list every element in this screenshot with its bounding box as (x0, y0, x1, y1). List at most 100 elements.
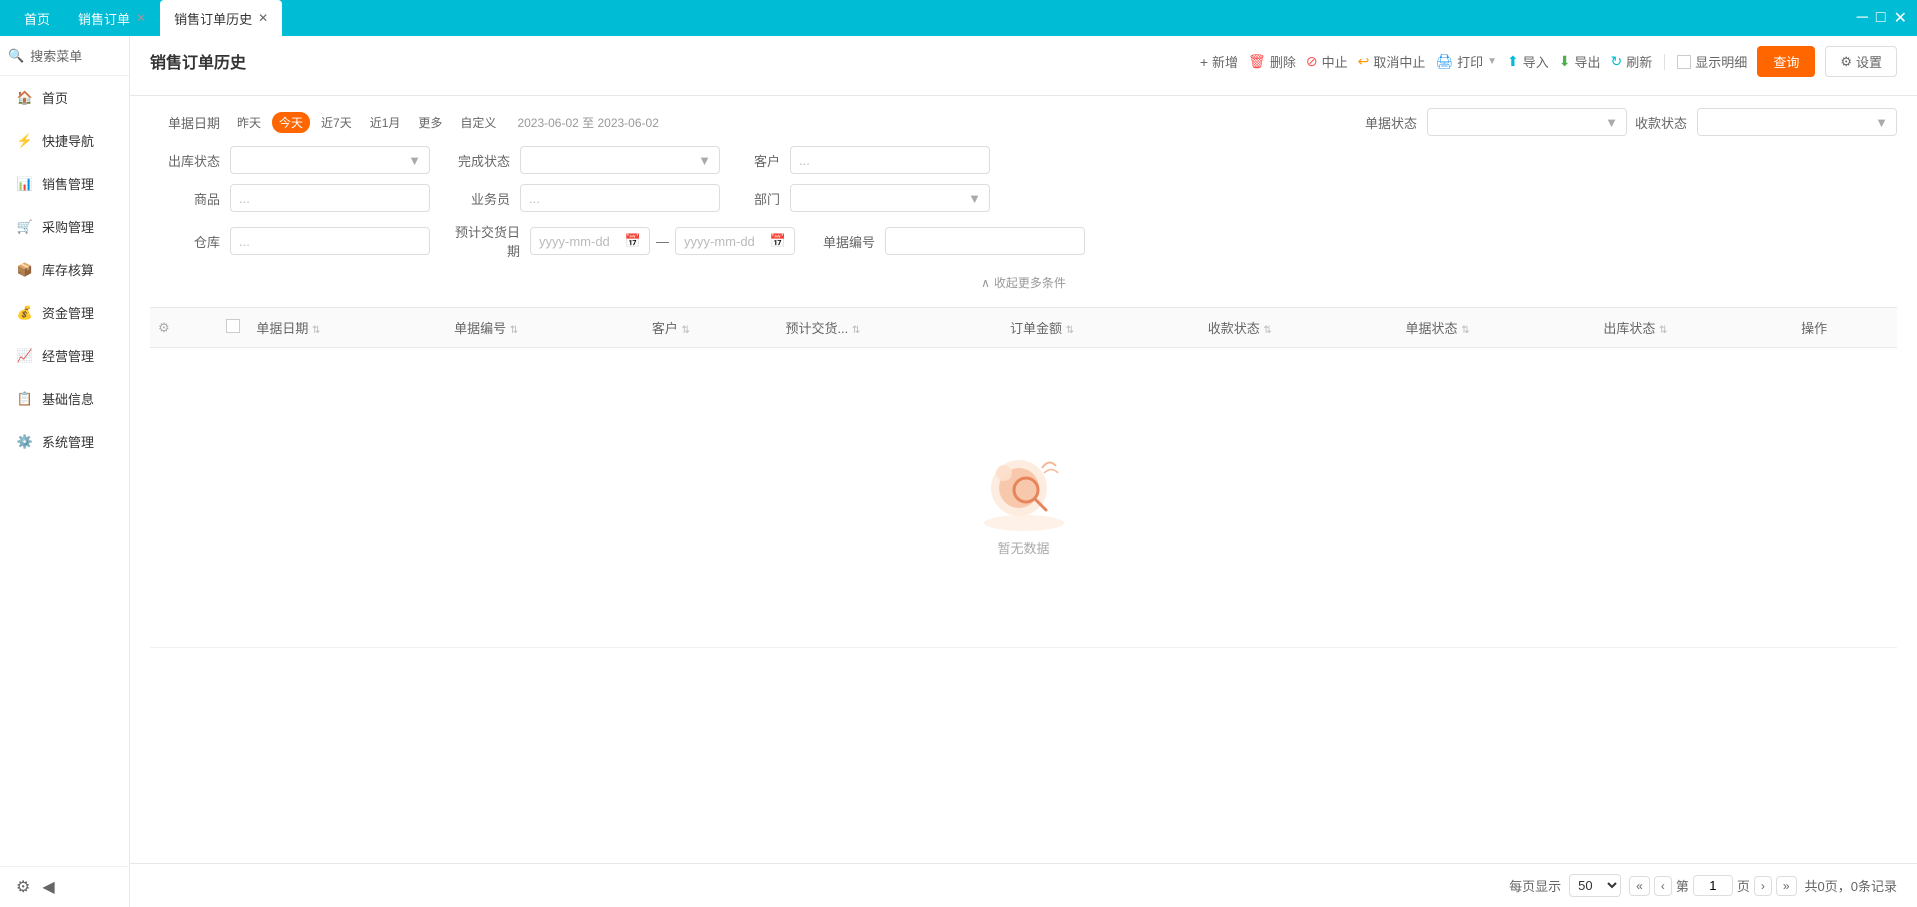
stop-btn[interactable]: ⊘ 中止 (1306, 52, 1348, 71)
refresh-label: 刷新 (1626, 52, 1652, 71)
sales-icon: 📊 (16, 175, 34, 193)
date-custom[interactable]: 自定义 (453, 112, 503, 133)
table-footer: 每页显示 20 50 100 200 « ‹ 第 页 › » 共0页，0条记录 (130, 863, 1917, 907)
import-btn[interactable]: ⬆ 导入 (1507, 52, 1549, 71)
export-btn[interactable]: ⬇ 导出 (1559, 52, 1601, 71)
tab-sales-order[interactable]: 销售订单 ✕ (64, 0, 160, 36)
order-no-label: 单据编号 (815, 232, 885, 251)
new-btn[interactable]: + 新增 (1200, 52, 1238, 71)
date-separator: — (650, 234, 675, 249)
content-area: 销售订单历史 + 新增 🗑 删除 ⊘ 中止 ↩ (130, 36, 1917, 907)
receipt-status-select[interactable]: ▼ (1697, 108, 1897, 136)
show-detail[interactable]: 显示明细 (1677, 52, 1747, 71)
new-label: 新增 (1212, 52, 1238, 71)
query-btn[interactable]: 查询 (1757, 46, 1815, 77)
sidebar-item-basic-info[interactable]: 📋 基础信息 (0, 377, 129, 420)
show-detail-checkbox[interactable] (1677, 55, 1691, 69)
date-7days[interactable]: 近7天 (314, 112, 359, 133)
col-amount-label: 订单金额 (1010, 321, 1062, 336)
table-settings-icon[interactable]: ⚙ (158, 320, 170, 335)
minimize-btn[interactable]: ─ (1857, 9, 1868, 27)
sidebar-item-system[interactable]: ⚙️ 系统管理 (0, 420, 129, 463)
tab-home[interactable]: 首页 (10, 0, 64, 36)
sidebar-item-system-label: 系统管理 (42, 432, 94, 451)
col-checkbox (218, 308, 248, 348)
col-date-sort[interactable]: ⇅ (312, 325, 320, 336)
settings-label: 设置 (1856, 52, 1882, 71)
col-bill-sort[interactable]: ⇅ (1461, 325, 1469, 336)
col-no-sort[interactable]: ⇅ (510, 325, 518, 336)
prev-page-btn[interactable]: ‹ (1654, 876, 1672, 896)
warehouse-input[interactable]: ... (230, 227, 430, 255)
sidebar-collapse-btn[interactable]: ◀ (42, 877, 54, 897)
first-page-btn[interactable]: « (1629, 876, 1650, 896)
delivery-start-input[interactable]: yyyy-mm-dd 📅 (530, 227, 650, 255)
out-status-select[interactable]: ▼ (230, 146, 430, 174)
cancel-stop-icon: ↩ (1358, 53, 1370, 70)
page-unit-label: 页 (1737, 876, 1750, 895)
col-customer-sort[interactable]: ⇅ (682, 325, 690, 336)
collapse-btn[interactable]: ∧ 收起更多条件 (150, 270, 1897, 295)
select-all-checkbox[interactable] (226, 319, 240, 333)
page-size-select[interactable]: 20 50 100 200 (1569, 874, 1621, 897)
home-icon: 🏠 (16, 89, 34, 107)
tab-sales-order-close[interactable]: ✕ (136, 11, 146, 25)
refresh-icon: ↻ (1611, 53, 1623, 70)
close-btn[interactable]: ✕ (1894, 8, 1907, 28)
col-settings: ⚙ (150, 308, 218, 348)
col-out-sort[interactable]: ⇅ (1659, 325, 1667, 336)
print-icon: 🖨 (1435, 53, 1453, 70)
toolbar: + 新增 🗑 删除 ⊘ 中止 ↩ 取消中止 (1200, 46, 1897, 87)
sidebar-settings-btn[interactable]: ⚙ (16, 877, 30, 897)
date-today[interactable]: 今天 (272, 112, 310, 133)
tab-sales-order-history[interactable]: 销售订单历史 ✕ (160, 0, 282, 36)
export-label: 导出 (1575, 52, 1601, 71)
page-num-input[interactable] (1693, 875, 1733, 896)
last-page-btn[interactable]: » (1776, 876, 1797, 896)
print-arrow: ▼ (1487, 56, 1497, 67)
col-receipt-sort[interactable]: ⇅ (1263, 325, 1271, 336)
sidebar-item-inventory[interactable]: 📦 库存核算 (0, 248, 129, 291)
maximize-btn[interactable]: □ (1876, 9, 1886, 27)
dept-arrow: ▼ (968, 191, 981, 206)
top-bar: 首页 销售订单 ✕ 销售订单历史 ✕ ─ □ ✕ (0, 0, 1917, 36)
sidebar-item-operation[interactable]: 📈 经营管理 (0, 334, 129, 377)
system-icon: ⚙️ (16, 433, 34, 451)
delete-btn[interactable]: 🗑 删除 (1248, 52, 1296, 71)
order-no-input[interactable] (885, 227, 1085, 255)
filter-row-4: 仓库 ... 预计交货日期 yyyy-mm-dd 📅 — yyyy-mm-dd … (150, 222, 1897, 260)
cancel-stop-btn[interactable]: ↩ 取消中止 (1358, 52, 1426, 71)
col-amount-sort[interactable]: ⇅ (1066, 325, 1074, 336)
filter-row-1: 单据日期 昨天 今天 近7天 近1月 更多 自定义 2023-06-02 至 2… (150, 108, 1897, 136)
col-delivery-sort[interactable]: ⇅ (852, 325, 860, 336)
tab-sales-order-history-close[interactable]: ✕ (258, 11, 268, 25)
next-page-btn[interactable]: › (1754, 876, 1772, 896)
status-select[interactable]: ▼ (1427, 108, 1627, 136)
customer-input[interactable]: ... (790, 146, 990, 174)
sidebar-item-home[interactable]: 🏠 首页 (0, 76, 129, 119)
sidebar-item-capital[interactable]: 💰 资金管理 (0, 291, 129, 334)
collapse-label: 收起更多条件 (994, 274, 1066, 291)
empty-text: 暂无数据 (997, 538, 1049, 557)
product-input[interactable]: ... (230, 184, 430, 212)
complete-status-select[interactable]: ▼ (520, 146, 720, 174)
col-delivery: 预计交货... ⇅ (777, 308, 1002, 348)
sidebar-search[interactable]: 🔍 搜索菜单 (0, 36, 129, 76)
toolbar-divider (1664, 54, 1665, 70)
refresh-btn[interactable]: ↻ 刷新 (1611, 52, 1653, 71)
sidebar-item-purchase[interactable]: 🛒 采购管理 (0, 205, 129, 248)
date-1month[interactable]: 近1月 (363, 112, 408, 133)
sidebar-item-quick-nav[interactable]: ⚡ 快捷导航 (0, 119, 129, 162)
print-btn[interactable]: 🖨 打印 ▼ (1435, 52, 1497, 71)
sidebar-item-sales[interactable]: 📊 销售管理 (0, 162, 129, 205)
delivery-end-value: yyyy-mm-dd (684, 234, 755, 249)
dept-select[interactable]: ▼ (790, 184, 990, 212)
settings-btn[interactable]: ⚙ 设置 (1825, 46, 1897, 77)
sidebar-item-capital-label: 资金管理 (42, 303, 94, 322)
warehouse-dots: ... (239, 234, 250, 249)
date-more[interactable]: 更多 (411, 112, 449, 133)
delivery-end-input[interactable]: yyyy-mm-dd 📅 (675, 227, 795, 255)
col-out-status-label: 出库状态 (1603, 321, 1655, 336)
date-yesterday[interactable]: 昨天 (230, 112, 268, 133)
sales-input[interactable]: ... (520, 184, 720, 212)
